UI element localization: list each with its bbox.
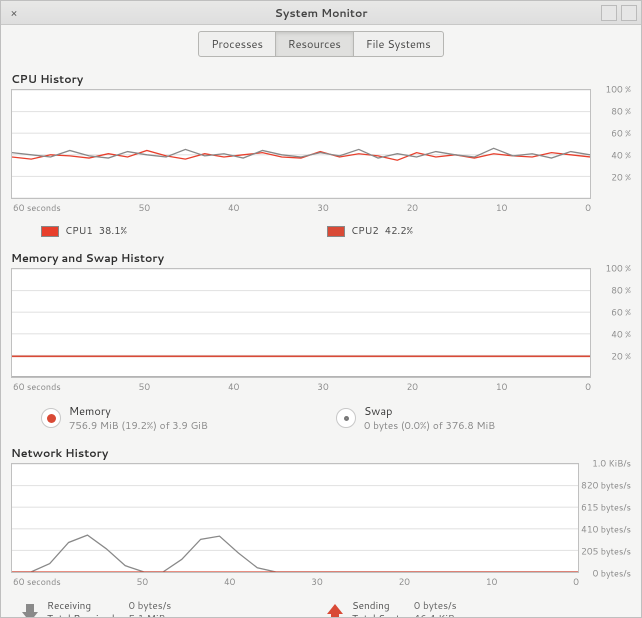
maximize-icon[interactable] bbox=[601, 5, 617, 21]
tab-resources[interactable]: Resources bbox=[276, 32, 354, 56]
send-total: 46.4 KiB bbox=[414, 613, 457, 617]
net-chart[interactable] bbox=[11, 463, 579, 573]
section-mem: Memory and Swap History 100 %80 %60 %40 … bbox=[11, 250, 631, 441]
tab-filesystems[interactable]: File Systems bbox=[354, 32, 443, 56]
cpu-yaxis: 100 %80 %60 %40 %20 % bbox=[591, 89, 631, 199]
tab-processes[interactable]: Processes bbox=[199, 32, 276, 56]
mem-title: Memory and Swap History bbox=[11, 250, 631, 266]
titlebar: × System Monitor bbox=[1, 1, 641, 25]
cpu-legend-item-1[interactable]: CPU1 38.1% bbox=[41, 224, 127, 238]
cpu-xaxis: 60 seconds50403020100 bbox=[11, 199, 631, 220]
window: × System Monitor Processes Resources Fil… bbox=[0, 0, 642, 618]
mem-chart[interactable] bbox=[11, 268, 591, 378]
cpu1-swatch bbox=[41, 226, 59, 237]
cpu1-label: CPU1 bbox=[65, 224, 93, 238]
memory-item[interactable]: Memory 756.9 MiB (19.2%) of 3.9 GiB bbox=[41, 403, 336, 433]
download-arrow-icon bbox=[21, 603, 39, 617]
swap-label: Swap bbox=[364, 403, 495, 419]
cpu-chart[interactable] bbox=[11, 89, 591, 199]
cpu1-pct: 38.1% bbox=[99, 224, 127, 238]
net-yaxis: 1.0 KiB/s820 bytes/s615 bytes/s410 bytes… bbox=[579, 463, 631, 573]
content: CPU History 100 %80 %60 %40 %20 % 60 sec… bbox=[1, 63, 641, 617]
cpu-legend-item-2[interactable]: CPU2 42.2% bbox=[327, 224, 413, 238]
close-button[interactable]: × bbox=[5, 4, 23, 22]
mem-legend: Memory 756.9 MiB (19.2%) of 3.9 GiB Swap… bbox=[11, 399, 631, 441]
cpu2-swatch bbox=[327, 226, 345, 237]
window-title: System Monitor bbox=[1, 5, 641, 21]
swap-icon bbox=[336, 408, 356, 428]
cpu-legend: CPU1 38.1% CPU2 42.2% bbox=[11, 220, 631, 246]
cpu2-pct: 42.2% bbox=[385, 224, 413, 238]
minimize-icon[interactable] bbox=[621, 5, 637, 21]
net-legend: Receiving Total Received 0 bytes/s 5.1 M… bbox=[11, 594, 631, 617]
send-total-label: Total Sent bbox=[352, 613, 400, 617]
mem-yaxis: 100 %80 %60 %40 %20 % bbox=[591, 268, 631, 378]
memory-icon bbox=[41, 408, 61, 428]
upload-arrow-icon bbox=[326, 603, 344, 617]
swap-sub: 0 bytes (0.0%) of 376.8 MiB bbox=[364, 419, 495, 433]
recv-total-label: Total Received bbox=[47, 613, 115, 617]
net-recv-item[interactable]: Receiving Total Received 0 bytes/s 5.1 M… bbox=[21, 600, 326, 617]
net-title: Network History bbox=[11, 445, 631, 461]
cpu-chart-wrap: 100 %80 %60 %40 %20 % bbox=[11, 89, 631, 199]
cpu2-label: CPU2 bbox=[351, 224, 379, 238]
cpu-title: CPU History bbox=[11, 71, 631, 87]
net-xaxis: 60 seconds50403020100 bbox=[11, 573, 631, 594]
titlebar-right bbox=[601, 5, 641, 21]
memory-sub: 756.9 MiB (19.2%) of 3.9 GiB bbox=[69, 419, 208, 433]
net-send-item[interactable]: Sending Total Sent 0 bytes/s 46.4 KiB bbox=[326, 600, 631, 617]
net-chart-wrap: 1.0 KiB/s820 bytes/s615 bytes/s410 bytes… bbox=[11, 463, 631, 573]
section-cpu: CPU History 100 %80 %60 %40 %20 % 60 sec… bbox=[11, 71, 631, 246]
recv-total: 5.1 MiB bbox=[129, 613, 172, 617]
memory-label: Memory bbox=[69, 403, 208, 419]
tab-bar: Processes Resources File Systems bbox=[1, 25, 641, 63]
mem-xaxis: 60 seconds50403020100 bbox=[11, 378, 631, 399]
swap-item[interactable]: Swap 0 bytes (0.0%) of 376.8 MiB bbox=[336, 403, 631, 433]
tab-group: Processes Resources File Systems bbox=[198, 31, 443, 57]
section-net: Network History 1.0 KiB/s820 bytes/s615 … bbox=[11, 445, 631, 617]
mem-chart-wrap: 100 %80 %60 %40 %20 % bbox=[11, 268, 631, 378]
